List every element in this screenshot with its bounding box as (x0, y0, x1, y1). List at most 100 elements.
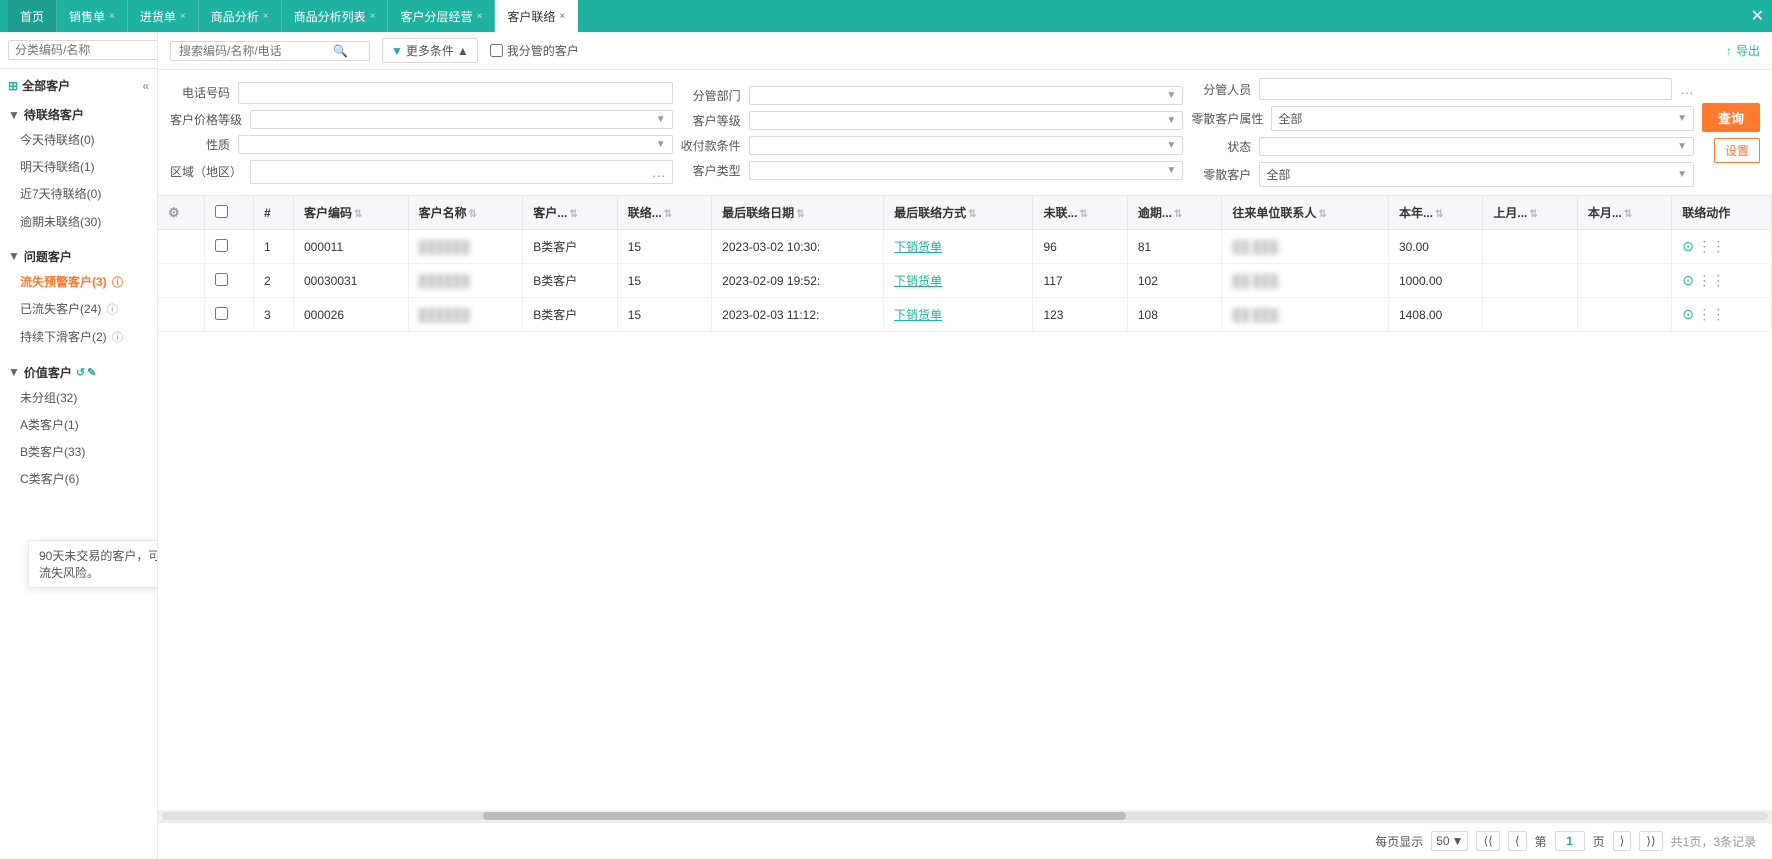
retail-select[interactable]: 全部 ▼ (1259, 162, 1694, 187)
sidebar-item-lost-warning[interactable]: 流失预警客户(3) ⓘ (0, 269, 157, 297)
sort-overdue-icon[interactable]: ⇅ (1174, 209, 1182, 220)
refresh-icon[interactable]: ↺ (76, 366, 85, 379)
sidebar-item-overdue[interactable]: 逾期未联络(30) (0, 209, 157, 236)
scrollbar-thumb[interactable] (483, 812, 1125, 820)
settings-button[interactable]: 设置 (1714, 138, 1760, 163)
th-this-month[interactable]: 本月...⇅ (1577, 196, 1671, 230)
sidebar-item-today[interactable]: 今天待联络(0) (0, 127, 157, 154)
select-all-checkbox[interactable] (215, 205, 228, 218)
th-check[interactable] (204, 196, 253, 230)
row-action-icons[interactable] (158, 298, 204, 332)
person-more-icon[interactable]: … (1680, 81, 1694, 97)
row-action[interactable]: ⊙ ⋮⋮ (1672, 264, 1772, 298)
filter-search-input[interactable] (179, 44, 329, 58)
scrollbar-track[interactable] (162, 812, 1768, 820)
export-button[interactable]: ↑ 导出 (1726, 42, 1760, 59)
horizontal-scrollbar[interactable] (158, 810, 1772, 822)
tab-customer-contact-close[interactable]: × (559, 11, 565, 22)
status-select[interactable]: ▼ (1259, 137, 1694, 156)
settings-icon[interactable]: ⚙ (168, 205, 180, 220)
tab-home[interactable]: 首页 (8, 0, 57, 32)
dept-select[interactable]: ▼ (749, 86, 1184, 105)
sidebar-item-already-lost[interactable]: 已流失客户(24) ⓘ (0, 296, 157, 324)
sort-contact-icon[interactable]: ⇅ (664, 209, 672, 220)
th-unit-contact[interactable]: 往来单位联系人⇅ (1222, 196, 1389, 230)
sidebar-root[interactable]: ⊞ 全部客户 « (0, 69, 157, 98)
sort-method-icon[interactable]: ⇅ (968, 209, 976, 220)
th-last-month[interactable]: 上月...⇅ (1483, 196, 1577, 230)
sidebar-item-tomorrow[interactable]: 明天待联络(1) (0, 154, 157, 181)
row-checkbox[interactable] (215, 307, 228, 320)
more-action-icon[interactable]: ⋮⋮ (1697, 306, 1725, 322)
phone-input[interactable] (238, 82, 673, 104)
sort-last-month-icon[interactable]: ⇅ (1529, 209, 1537, 220)
row-checkbox[interactable] (215, 239, 228, 252)
page-size-select[interactable]: 50 ▼ (1431, 831, 1468, 851)
tab-customer-tier[interactable]: 客户分层经营 × (388, 0, 495, 32)
sort-month-icon[interactable]: ⇅ (1624, 209, 1632, 220)
th-no-contact[interactable]: 未联...⇅ (1033, 196, 1127, 230)
sidebar-item-class-c[interactable]: C类客户(6) (0, 466, 157, 493)
row-action-icons[interactable] (158, 230, 204, 264)
query-button[interactable]: 查询 (1702, 103, 1760, 132)
nature-select[interactable]: ▼ (238, 135, 673, 154)
sidebar-group-value-title[interactable]: ▼ 价值客户 ↺ ✎ (0, 360, 157, 385)
contact-action-icon[interactable]: ⊙ (1682, 306, 1694, 322)
row-action-icons[interactable] (158, 264, 204, 298)
sidebar-item-class-b[interactable]: B类客户(33) (0, 439, 157, 466)
next-page-button[interactable]: ⟩ (1613, 831, 1632, 851)
sidebar-group-lost-title[interactable]: ▼ 问题客户 (0, 244, 157, 269)
sidebar-search-input[interactable] (8, 40, 158, 60)
sidebar-collapse-icon[interactable]: « (142, 79, 149, 93)
tab-product-analysis-list[interactable]: 商品分析列表 × (282, 0, 389, 32)
window-close-button[interactable]: ✕ (1751, 6, 1764, 26)
sort-year-icon[interactable]: ⇅ (1435, 209, 1443, 220)
filter-more-conditions[interactable]: ▼ 更多条件 ▲ (382, 38, 478, 63)
tab-product-analysis[interactable]: 商品分析 × (199, 0, 282, 32)
sidebar-item-week7[interactable]: 近7天待联络(0) (0, 181, 157, 208)
edit-icon[interactable]: ✎ (87, 366, 96, 379)
tab-purchase[interactable]: 进货单 × (128, 0, 199, 32)
page-number-input[interactable] (1555, 831, 1585, 851)
last-page-button[interactable]: ⟩⟩ (1639, 831, 1662, 851)
th-last-contact-method[interactable]: 最后联络方式⇅ (884, 196, 1033, 230)
row-action[interactable]: ⊙ ⋮⋮ (1672, 298, 1772, 332)
customer-type-select[interactable]: ▼ (749, 161, 1184, 180)
my-customers-checkbox-container[interactable]: 我分管的客户 (490, 42, 579, 59)
first-page-button[interactable]: ⟨⟨ (1476, 831, 1499, 851)
th-customer-type[interactable]: 客户...⇅ (523, 196, 617, 230)
th-this-year[interactable]: 本年...⇅ (1388, 196, 1482, 230)
th-contact[interactable]: 联络...⇅ (617, 196, 711, 230)
row-action[interactable]: ⊙ ⋮⋮ (1672, 230, 1772, 264)
prev-page-button[interactable]: ⟨ (1508, 831, 1527, 851)
contact-action-icon[interactable]: ⊙ (1682, 238, 1694, 254)
tab-customer-contact[interactable]: 客户联络 × (495, 0, 578, 32)
tab-customer-tier-close[interactable]: × (476, 11, 482, 22)
filter-search-box[interactable]: 🔍 (170, 41, 370, 61)
more-action-icon[interactable]: ⋮⋮ (1697, 272, 1725, 288)
customer-level-select[interactable]: ▼ (749, 111, 1184, 130)
sort-type-icon[interactable]: ⇅ (569, 209, 577, 220)
th-overdue[interactable]: 逾期...⇅ (1127, 196, 1221, 230)
tab-product-analysis-close[interactable]: × (263, 11, 269, 22)
more-action-icon[interactable]: ⋮⋮ (1697, 238, 1725, 254)
sort-date-icon[interactable]: ⇅ (796, 209, 804, 220)
sidebar-item-ungroup[interactable]: 未分组(32) (0, 385, 157, 412)
tab-sales-close[interactable]: × (109, 11, 115, 22)
sidebar-group-pending-title[interactable]: ▼ 待联络客户 (0, 102, 157, 127)
tab-purchase-close[interactable]: × (180, 11, 186, 22)
contact-action-icon[interactable]: ⊙ (1682, 272, 1694, 288)
tab-product-analysis-list-close[interactable]: × (370, 11, 376, 22)
sidebar-item-class-a[interactable]: A类客户(1) (0, 412, 157, 439)
region-more-icon[interactable]: … (652, 164, 666, 180)
sort-code-icon[interactable]: ⇅ (354, 209, 362, 220)
my-customers-checkbox[interactable] (490, 44, 503, 57)
region-select[interactable]: … (250, 160, 673, 184)
sort-unit-icon[interactable]: ⇅ (1318, 209, 1326, 220)
filter-search-icon[interactable]: 🔍 (333, 44, 348, 58)
th-code[interactable]: 客户编码⇅ (293, 196, 408, 230)
person-input[interactable] (1259, 78, 1672, 100)
th-last-contact-date[interactable]: 最后联络日期⇅ (712, 196, 884, 230)
tab-sales[interactable]: 销售单 × (57, 0, 128, 32)
th-settings[interactable]: ⚙ (158, 196, 204, 230)
